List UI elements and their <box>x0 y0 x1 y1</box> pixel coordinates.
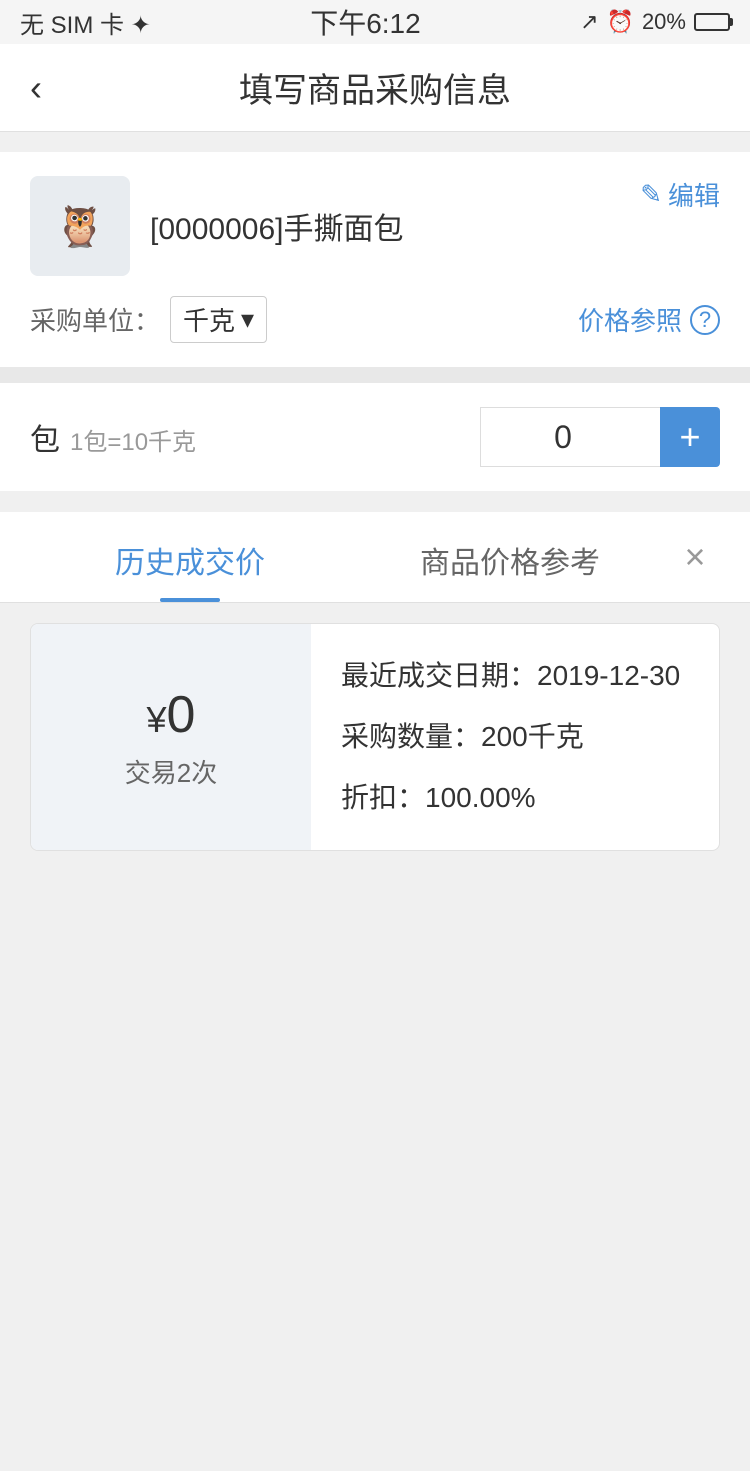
product-card: 🦉 [0000006]手撕面包 ✎ 编辑 采购单位： 千克 ▾ 价格参照 ? <box>0 152 750 367</box>
price-currency: ¥ <box>147 699 167 740</box>
section-divider <box>0 367 750 383</box>
unit-label: 采购单位： <box>30 301 160 338</box>
price-left-panel: ¥0 交易2次 <box>31 624 311 850</box>
edit-label: 编辑 <box>668 176 720 213</box>
tab-history-price[interactable]: 历史成交价 <box>30 512 350 602</box>
edit-icon: ✎ <box>640 179 662 210</box>
status-right: ↗ ⏰ 20% <box>580 9 730 35</box>
tab-product-price-ref[interactable]: 商品价格参考 <box>350 512 670 602</box>
transaction-count: 交易2次 <box>125 753 217 790</box>
quantity-input-area: + <box>480 407 720 467</box>
battery-icon <box>694 13 730 31</box>
tabs-bar: 历史成交价 商品价格参考 × <box>0 512 750 603</box>
status-left: 无 SIM 卡 ✦ <box>20 5 151 40</box>
battery-percent: 20% <box>642 9 686 35</box>
quantity-desc: 1包=10千克 <box>70 422 196 457</box>
price-value: 0 <box>167 686 196 744</box>
quantity-label: 包 1包=10千克 <box>30 415 196 459</box>
page-title: 填写商品采购信息 <box>239 63 511 112</box>
price-quantity-row: 采购数量：200千克 <box>341 715 689 760</box>
price-ref-button[interactable]: 价格参照 ? <box>578 301 720 338</box>
alarm-icon: ⏰ <box>607 9 634 35</box>
bottom-area <box>0 871 750 1471</box>
edit-button[interactable]: ✎ 编辑 <box>640 176 720 213</box>
quantity-plus-button[interactable]: + <box>660 407 720 467</box>
help-icon: ? <box>690 305 720 335</box>
price-section: ¥0 交易2次 最近成交日期：2019-12-30 采购数量：200千克 折扣：… <box>0 603 750 871</box>
discount-value: 100.00% <box>425 782 536 813</box>
sim-label: 无 SIM 卡 ✦ <box>20 5 151 40</box>
date-label: 最近成交日期： <box>341 660 537 691</box>
close-button[interactable]: × <box>670 532 720 582</box>
unit-value: 千克 <box>183 301 235 338</box>
back-button[interactable]: ‹ <box>30 67 42 109</box>
price-ref-label: 价格参照 <box>578 301 682 338</box>
nav-bar: ‹ 填写商品采购信息 <box>0 44 750 132</box>
price-card: ¥0 交易2次 最近成交日期：2019-12-30 采购数量：200千克 折扣：… <box>30 623 720 851</box>
product-left: 🦉 [0000006]手撕面包 <box>30 176 403 276</box>
product-image: 🦉 <box>30 176 130 276</box>
date-value: 2019-12-30 <box>537 660 680 691</box>
price-amount: ¥0 <box>147 685 196 745</box>
price-discount-row: 折扣：100.00% <box>341 776 689 821</box>
status-bar: 无 SIM 卡 ✦ 下午6:12 ↗ ⏰ 20% <box>0 0 750 44</box>
quantity-label-text: 采购数量： <box>341 721 481 752</box>
quantity-row: 包 1包=10千克 + <box>0 383 750 492</box>
status-time: 下午6:12 <box>310 2 421 42</box>
price-date-row: 最近成交日期：2019-12-30 <box>341 654 689 699</box>
owl-icon: 🦉 <box>55 203 105 250</box>
quantity-unit: 包 <box>30 415 60 459</box>
product-name: [0000006]手撕面包 <box>150 204 403 248</box>
quantity-value: 200千克 <box>481 721 584 752</box>
unit-select[interactable]: 千克 ▾ <box>170 296 267 343</box>
location-icon: ↗ <box>580 9 598 35</box>
price-right-panel: 最近成交日期：2019-12-30 采购数量：200千克 折扣：100.00% <box>311 624 719 850</box>
chevron-down-icon: ▾ <box>241 304 254 335</box>
quantity-input[interactable] <box>480 407 660 467</box>
discount-label: 折扣： <box>341 782 425 813</box>
